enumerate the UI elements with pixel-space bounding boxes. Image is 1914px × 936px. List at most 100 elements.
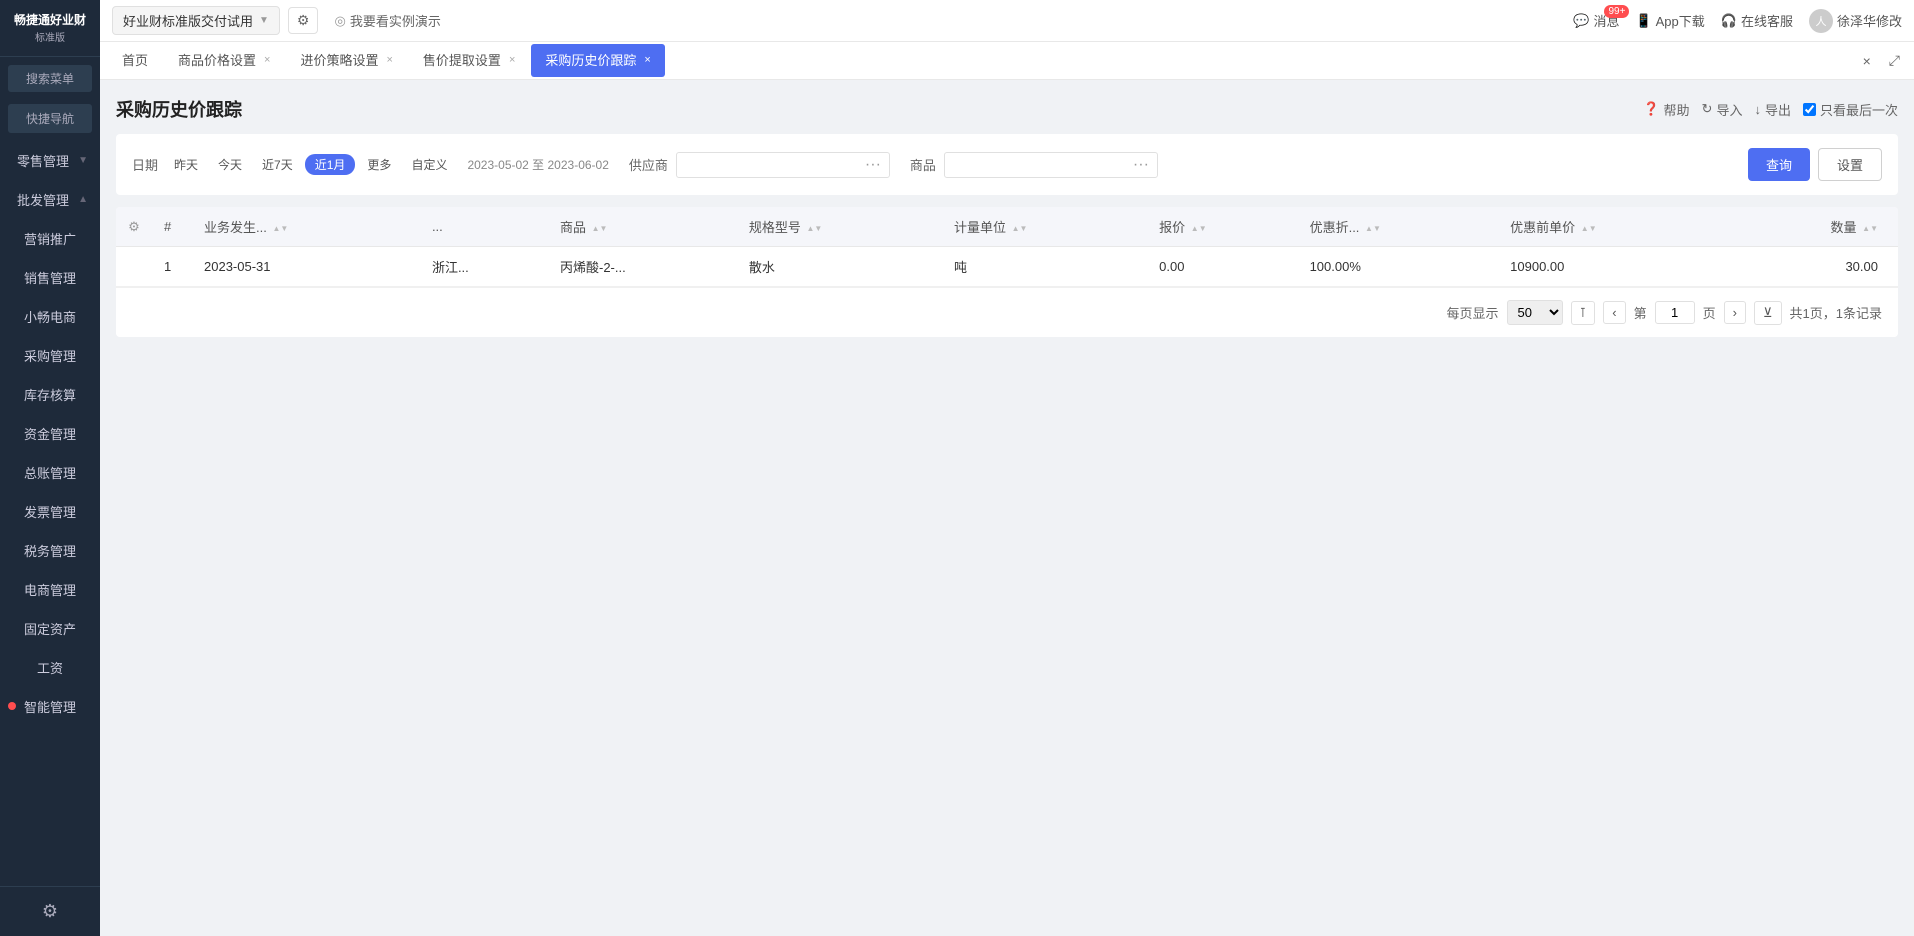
demo-link[interactable]: ◎ 我要看实例演示	[334, 11, 440, 30]
unit-sort-icon[interactable]: ▲▼	[1012, 225, 1028, 233]
supplier-picker-icon[interactable]: ···	[865, 156, 881, 174]
tab-sell-extract-close[interactable]: ×	[509, 54, 515, 66]
sidebar-item-3[interactable]: 销售管理	[0, 258, 100, 297]
close-window-button[interactable]: ×	[1857, 51, 1877, 71]
sidebar-menu: 零售管理▼批发管理▲营销推广销售管理小畅电商采购管理库存核算资金管理总账管理发票…	[0, 141, 100, 886]
sidebar-item-8[interactable]: 总账管理	[0, 453, 100, 492]
next-page-button[interactable]: ›	[1724, 301, 1746, 324]
sidebar-item-9[interactable]: 发票管理	[0, 492, 100, 531]
sidebar-item-label-3: 销售管理	[8, 268, 92, 287]
date-7days[interactable]: 近7天	[254, 154, 301, 175]
import-button[interactable]: ↻ 导入	[1702, 100, 1743, 119]
page-unit-label: 页	[1703, 303, 1716, 322]
column-settings-icon[interactable]: ⚙	[128, 219, 140, 234]
app-download-button[interactable]: 📱 App下载	[1635, 11, 1704, 30]
more-cols-icon[interactable]: ...	[432, 219, 443, 234]
supplier-input-wrap: ···	[676, 152, 890, 178]
date-1month[interactable]: 近1月	[305, 154, 356, 175]
filter-action-buttons: 查询 设置	[1748, 148, 1882, 181]
supplier-input[interactable]	[685, 157, 861, 172]
topbar-settings-button[interactable]: ⚙	[288, 7, 319, 34]
date-buttons: 昨天 今天 近7天 近1月 更多 自定义	[166, 154, 455, 175]
help-button[interactable]: ❓ 帮助	[1643, 100, 1689, 119]
goods-picker-icon[interactable]: ···	[1133, 156, 1149, 174]
per-page-select[interactable]: 20 50 100	[1507, 300, 1563, 325]
table-row[interactable]: 1 2023-05-31 浙江... 丙烯酸-2-... 散水 吨 0.00 1…	[116, 247, 1898, 287]
sidebar-item-12[interactable]: 固定资产	[0, 609, 100, 648]
goods-sort-icon[interactable]: ▲▼	[592, 225, 608, 233]
sidebar-item-7[interactable]: 资金管理	[0, 414, 100, 453]
sidebar-item-1[interactable]: 批发管理▲	[0, 180, 100, 219]
online-service-button[interactable]: 🎧 在线客服	[1721, 11, 1793, 30]
sidebar-item-14[interactable]: 智能管理	[0, 687, 100, 726]
help-label: 帮助	[1664, 100, 1690, 119]
last-page-button[interactable]: ⊻	[1754, 301, 1782, 325]
cell-pre-price-0: 10900.00	[1498, 247, 1731, 287]
user-menu-button[interactable]: 人 徐泽华修改	[1809, 9, 1902, 33]
sidebar-item-6[interactable]: 库存核算	[0, 375, 100, 414]
message-button[interactable]: 💬 消息 99+	[1573, 11, 1619, 30]
tab-bar: 首页 商品价格设置 × 进价策略设置 × 售价提取设置 × 采购历史价跟踪 × …	[100, 42, 1914, 80]
sidebar-item-label-4: 小畅电商	[8, 307, 92, 326]
tab-price-settings-close[interactable]: ×	[264, 54, 270, 66]
message-icon: 💬	[1573, 13, 1589, 29]
prev-page-button[interactable]: ‹	[1603, 301, 1625, 324]
quantity-sort-icon[interactable]: ▲▼	[1862, 225, 1878, 233]
tab-purchase-strategy-close[interactable]: ×	[386, 54, 392, 66]
tab-price-settings[interactable]: 商品价格设置 ×	[164, 44, 284, 77]
sidebar-item-label-10: 税务管理	[8, 541, 92, 560]
supplier-filter: 供应商 ···	[629, 152, 890, 178]
tab-price-settings-label: 商品价格设置	[178, 50, 256, 69]
table-body: 1 2023-05-31 浙江... 丙烯酸-2-... 散水 吨 0.00 1…	[116, 247, 1898, 287]
sidebar-item-5[interactable]: 采购管理	[0, 336, 100, 375]
date-today[interactable]: 今天	[210, 154, 250, 175]
cell-quantity-0: 30.00	[1731, 247, 1898, 287]
export-button[interactable]: ↓ 导出	[1754, 100, 1791, 119]
col-date: 业务发生... ▲▼	[192, 207, 420, 247]
filter-settings-button[interactable]: 设置	[1818, 148, 1882, 181]
online-service-label: 在线客服	[1741, 11, 1793, 30]
price-sort-icon[interactable]: ▲▼	[1191, 225, 1207, 233]
pagination-total: 共1页，1条记录	[1790, 303, 1882, 322]
search-menu-button[interactable]: 搜索菜单	[8, 65, 92, 92]
sidebar-settings-button[interactable]: ⚙	[8, 895, 92, 928]
expand-window-button[interactable]: ⤢	[1883, 50, 1906, 71]
version-label: 好业财标准版交付试用	[123, 11, 253, 30]
tab-purchase-strategy[interactable]: 进价策略设置 ×	[286, 44, 406, 77]
sidebar-item-10[interactable]: 税务管理	[0, 531, 100, 570]
cell-spec-0: 散水	[737, 247, 942, 287]
goods-input[interactable]	[953, 157, 1129, 172]
supplier-label: 供应商	[629, 155, 668, 174]
only-last-checkbox[interactable]	[1803, 103, 1816, 116]
cell-goods-0: 丙烯酸-2-...	[548, 247, 737, 287]
version-selector[interactable]: 好业财标准版交付试用 ▼	[112, 6, 280, 35]
sidebar-item-11[interactable]: 电商管理	[0, 570, 100, 609]
query-button[interactable]: 查询	[1748, 148, 1810, 181]
date-yesterday[interactable]: 昨天	[166, 154, 206, 175]
tab-sell-extract[interactable]: 售价提取设置 ×	[409, 44, 529, 77]
date-custom[interactable]: 自定义	[403, 154, 455, 175]
only-last-label: 只看最后一次	[1820, 100, 1898, 119]
topbar: 好业财标准版交付试用 ▼ ⚙ ◎ 我要看实例演示 💬 消息 99+ 📱 App下…	[100, 0, 1914, 42]
spec-sort-icon[interactable]: ▲▼	[807, 225, 823, 233]
sidebar-arrow-icon-1: ▲	[78, 194, 88, 205]
date-sort-icon[interactable]: ▲▼	[272, 225, 288, 233]
import-label: 导入	[1716, 100, 1742, 119]
tab-purchase-history-close[interactable]: ×	[644, 54, 650, 66]
discount-sort-icon[interactable]: ▲▼	[1365, 225, 1381, 233]
tab-purchase-history[interactable]: 采购历史价跟踪 ×	[531, 44, 664, 77]
pagination: 每页显示 20 50 100 ⊺ ‹ 第 页 › ⊻ 共1页，1条记录	[116, 287, 1898, 337]
cell-date-0: 2023-05-31	[192, 247, 420, 287]
main-content: 采购历史价跟踪 ❓ 帮助 ↻ 导入 ↓ 导出 只看最后一次	[100, 80, 1914, 936]
tab-home[interactable]: 首页	[108, 44, 162, 77]
sidebar: 畅捷通好业财 标准版 搜索菜单 快捷导航 零售管理▼批发管理▲营销推广销售管理小…	[0, 0, 100, 936]
sidebar-item-0[interactable]: 零售管理▼	[0, 141, 100, 180]
sidebar-item-4[interactable]: 小畅电商	[0, 297, 100, 336]
page-number-input[interactable]	[1655, 301, 1695, 324]
sidebar-item-13[interactable]: 工资	[0, 648, 100, 687]
sidebar-item-2[interactable]: 营销推广	[0, 219, 100, 258]
date-more[interactable]: 更多	[359, 154, 399, 175]
pre-price-sort-icon[interactable]: ▲▼	[1581, 225, 1597, 233]
quick-nav-button[interactable]: 快捷导航	[8, 104, 92, 133]
first-page-button[interactable]: ⊺	[1571, 301, 1596, 325]
